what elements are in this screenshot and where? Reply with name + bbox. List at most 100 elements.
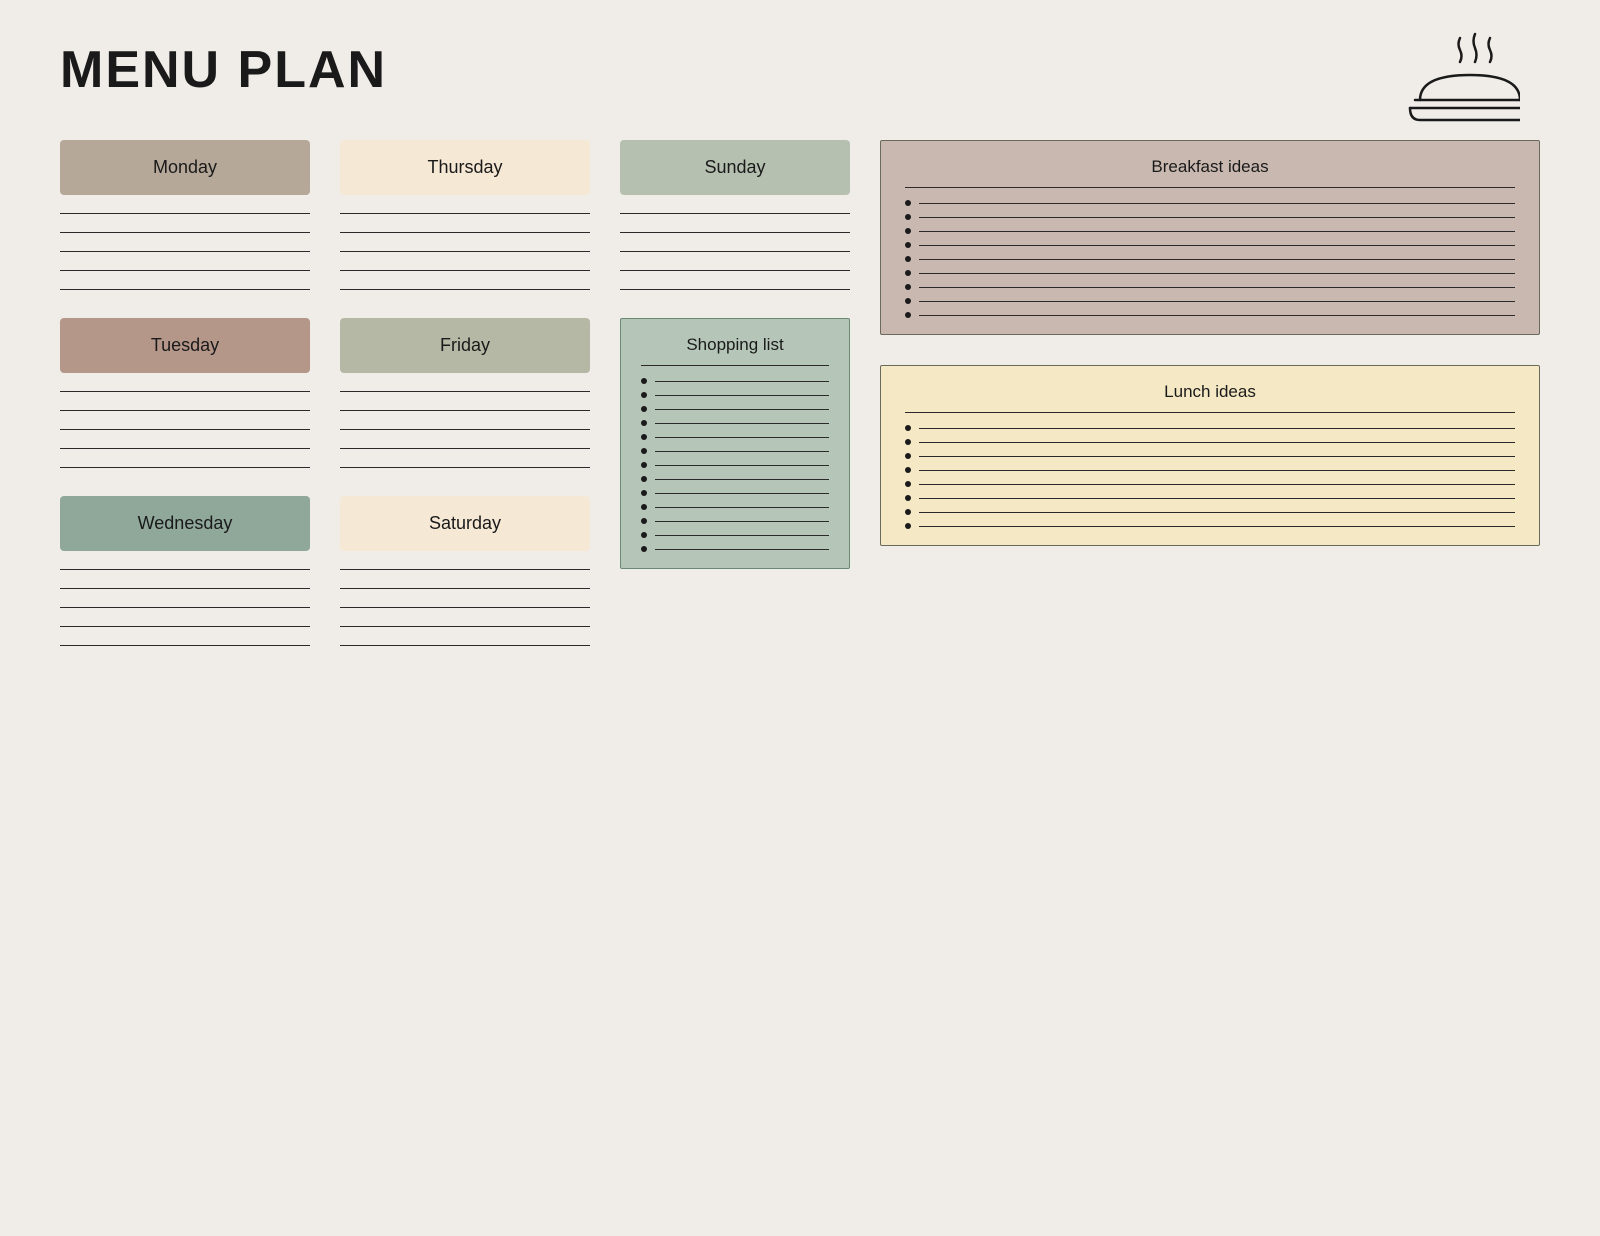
line [340, 410, 590, 411]
item-line [655, 395, 829, 396]
line [620, 251, 850, 252]
list-item [641, 378, 829, 384]
bullet-dot [641, 462, 647, 468]
item-line [919, 512, 1515, 513]
list-item [905, 284, 1515, 290]
bullet-dot [641, 504, 647, 510]
list-item [905, 439, 1515, 445]
monday-header: Monday [60, 140, 310, 195]
list-item [641, 406, 829, 412]
friday-header: Friday [340, 318, 590, 373]
list-item [905, 425, 1515, 431]
line [620, 270, 850, 271]
wednesday-header: Wednesday [60, 496, 310, 551]
line [340, 270, 590, 271]
list-item [905, 256, 1515, 262]
tuesday-lines [60, 391, 310, 468]
list-item [641, 546, 829, 552]
item-line [919, 273, 1515, 274]
sunday-lines [620, 213, 850, 290]
list-item [641, 490, 829, 496]
middle-section: Sunday Shopping list [620, 140, 850, 569]
ideas-section: Breakfast ideas Lunch ideas [880, 140, 1540, 546]
lunch-ideas-box: Lunch ideas [880, 365, 1540, 546]
line [340, 645, 590, 646]
list-item [905, 200, 1515, 206]
line [60, 588, 310, 589]
page-title: MENU PLAN [60, 40, 1540, 100]
list-item [905, 312, 1515, 318]
thursday-header: Thursday [340, 140, 590, 195]
line [60, 289, 310, 290]
lunch-ideas-title: Lunch ideas [905, 382, 1515, 402]
bullet-dot [905, 214, 911, 220]
bullet-dot [905, 439, 911, 445]
shopping-list [641, 378, 829, 552]
food-icon [1400, 30, 1520, 130]
line [340, 467, 590, 468]
list-item [905, 467, 1515, 473]
bullet-dot [641, 434, 647, 440]
line [60, 569, 310, 570]
line [620, 213, 850, 214]
item-line [919, 498, 1515, 499]
line [60, 467, 310, 468]
list-item [641, 518, 829, 524]
item-line [655, 465, 829, 466]
lunch-ideas-divider [905, 412, 1515, 413]
bullet-dot [905, 228, 911, 234]
item-line [655, 451, 829, 452]
breakfast-ideas-divider [905, 187, 1515, 188]
line [60, 448, 310, 449]
item-line [919, 526, 1515, 527]
bullet-dot [905, 425, 911, 431]
line [60, 251, 310, 252]
line [340, 588, 590, 589]
breakfast-ideas-list [905, 200, 1515, 318]
item-line [655, 409, 829, 410]
line [60, 645, 310, 646]
item-line [919, 315, 1515, 316]
list-item [905, 481, 1515, 487]
bullet-dot [641, 518, 647, 524]
line [340, 289, 590, 290]
bullet-dot [905, 523, 911, 529]
line [620, 289, 850, 290]
breakfast-ideas-box: Breakfast ideas [880, 140, 1540, 335]
line [340, 607, 590, 608]
list-item [905, 509, 1515, 515]
list-item [641, 448, 829, 454]
line [340, 232, 590, 233]
bullet-dot [905, 200, 911, 206]
day-column-left: Monday Tuesday Wednesday [60, 140, 310, 674]
bullet-dot [905, 298, 911, 304]
item-line [919, 470, 1515, 471]
monday-lines [60, 213, 310, 290]
bullet-dot [905, 284, 911, 290]
line [60, 213, 310, 214]
bullet-dot [905, 453, 911, 459]
line [60, 607, 310, 608]
item-line [919, 259, 1515, 260]
bullet-dot [905, 312, 911, 318]
line [60, 391, 310, 392]
bullet-dot [641, 476, 647, 482]
bullet-dot [641, 406, 647, 412]
list-item [641, 392, 829, 398]
saturday-lines [340, 569, 590, 646]
line [340, 448, 590, 449]
bullet-dot [641, 546, 647, 552]
line [60, 270, 310, 271]
line [620, 232, 850, 233]
list-item [905, 523, 1515, 529]
bullet-dot [905, 270, 911, 276]
list-item [905, 228, 1515, 234]
bullet-dot [905, 509, 911, 515]
item-line [655, 479, 829, 480]
wednesday-lines [60, 569, 310, 646]
bullet-dot [641, 448, 647, 454]
shopping-list-box: Shopping list [620, 318, 850, 569]
line [60, 232, 310, 233]
bullet-dot [641, 378, 647, 384]
item-line [655, 549, 829, 550]
